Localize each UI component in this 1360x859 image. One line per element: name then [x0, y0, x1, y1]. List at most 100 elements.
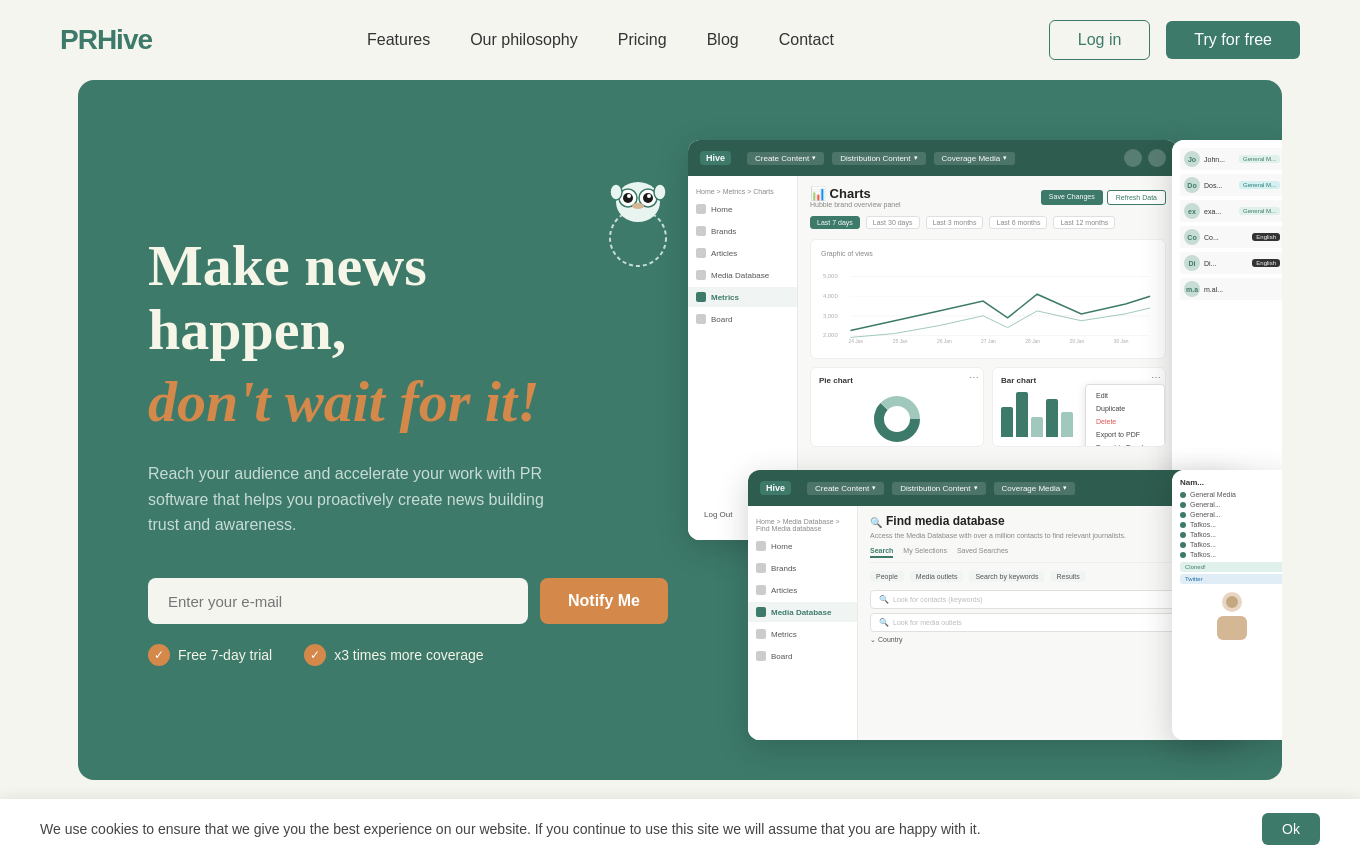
rp-dot-2: [1180, 502, 1186, 508]
filter-results[interactable]: Results: [1050, 571, 1085, 582]
nav-actions: Log in Try for free: [1049, 20, 1300, 60]
rp-text-5: Tafkos...: [1190, 531, 1216, 538]
sidebar-item-board-2[interactable]: Board: [748, 646, 857, 666]
metrics-icon: [696, 292, 706, 302]
ctx-export-pdf[interactable]: Export to PDF: [1086, 428, 1164, 441]
svg-point-7: [647, 194, 651, 198]
notify-button[interactable]: Notify Me: [540, 578, 668, 624]
svg-text:24 Jan: 24 Jan: [849, 339, 864, 344]
chrome-nav-dist-2: Distribution Content ▾: [892, 482, 985, 495]
svg-point-8: [632, 203, 644, 209]
ctx-duplicate[interactable]: Duplicate: [1086, 402, 1164, 415]
app-logo-1: Hive: [700, 151, 731, 165]
app-inner-2: Home > Media Database > Find Media datab…: [748, 506, 1238, 740]
filter-outlets[interactable]: Media outlets: [910, 571, 964, 582]
nav-item-features[interactable]: Features: [367, 31, 430, 49]
badges-row: ✓ Free 7-day trial ✓ x3 times more cover…: [148, 644, 668, 666]
sidebar-item-home-2[interactable]: Home: [748, 536, 857, 556]
fmd-tab-selections[interactable]: My Selections: [903, 547, 947, 558]
brand-logo: PRHive: [60, 24, 152, 56]
refresh-data-btn[interactable]: Refresh Data: [1107, 190, 1166, 205]
hero-title-line1: Make news happen,: [148, 234, 668, 362]
save-changes-btn[interactable]: Save Changes: [1041, 190, 1103, 205]
tab-7days[interactable]: Last 7 days: [810, 216, 860, 229]
tab-6months[interactable]: Last 6 months: [989, 216, 1047, 229]
try-button[interactable]: Try for free: [1166, 21, 1300, 59]
rp-badge-row: Cloned! Twitter: [1180, 562, 1282, 584]
filter-keywords[interactable]: Search by keywords: [969, 571, 1044, 582]
home-icon-2: [756, 541, 766, 551]
hero-title-italic: don't wait for it!: [148, 370, 668, 434]
nav-item-contact[interactable]: Contact: [779, 31, 834, 49]
panel-badge-1: General M...: [1239, 155, 1280, 163]
avatar-3: ex: [1184, 203, 1200, 219]
check-icon-2: ✓: [304, 644, 326, 666]
line-chart: 5,000 4,000 3,000 2,000: [821, 261, 1155, 351]
charts-title: 📊 Charts Hubble brand overview panel: [810, 186, 901, 208]
nav-item-blog[interactable]: Blog: [707, 31, 739, 49]
fmd-tab-search[interactable]: Search: [870, 547, 893, 558]
bottom-mini-cards: Pie chart ⋯: [810, 367, 1166, 447]
app-chrome-1: Hive Create Content ▾ Distribution Conte…: [688, 140, 1178, 176]
sidebar-item-brands-1[interactable]: Brands: [688, 221, 797, 241]
filter-people[interactable]: People: [870, 571, 904, 582]
chrome-nav-distribution: Distribution Content ▾: [832, 152, 925, 165]
email-input[interactable]: [148, 578, 528, 624]
media-db-icon-2: [756, 607, 766, 617]
app-chrome-2: Hive Create Content ▾ Distribution Conte…: [748, 470, 1238, 506]
ctx-edit[interactable]: Edit: [1086, 389, 1164, 402]
sidebar-item-media-2[interactable]: Media Database: [748, 602, 857, 622]
pie-chart-card: Pie chart ⋯: [810, 367, 984, 447]
svg-rect-30: [1217, 616, 1247, 640]
nav-item-philosophy[interactable]: Our philosophy: [470, 31, 578, 49]
rp-item-2: General...: [1180, 501, 1282, 508]
user-icon: [1148, 149, 1166, 167]
svg-text:2,000: 2,000: [823, 332, 838, 338]
badge-trial-label: Free 7-day trial: [178, 647, 272, 663]
svg-point-9: [610, 184, 622, 200]
svg-point-31: [1226, 596, 1238, 608]
panel-row-6: m.a m.al...: [1180, 278, 1282, 300]
charts-header: 📊 Charts Hubble brand overview panel Sav…: [810, 186, 1166, 208]
tab-3months[interactable]: Last 3 months: [926, 216, 984, 229]
avatar-6: m.a: [1184, 281, 1200, 297]
nav-item-pricing[interactable]: Pricing: [618, 31, 667, 49]
cookie-ok-button[interactable]: Ok: [1262, 813, 1320, 845]
rp-dot-4: [1180, 522, 1186, 528]
sidebar-breadcrumb-2: Home > Media Database > Find Media datab…: [748, 514, 857, 534]
svg-text:30 Jan: 30 Jan: [1114, 339, 1129, 344]
rp-text-2: General...: [1190, 501, 1221, 508]
app-logo-2: Hive: [760, 481, 791, 495]
bar-chart-menu[interactable]: ⋯: [1151, 372, 1161, 383]
sidebar-item-metrics-1[interactable]: Metrics: [688, 287, 797, 307]
panel-row-3: ex exa... General M...: [1180, 200, 1282, 222]
rp-text-1: General Media: [1190, 491, 1236, 498]
sidebar-item-home-1[interactable]: Home: [688, 199, 797, 219]
badge-coverage-label: x3 times more coverage: [334, 647, 483, 663]
pie-chart-menu[interactable]: ⋯: [969, 372, 979, 383]
tab-30days[interactable]: Last 30 days: [866, 216, 920, 229]
rp-dot-1: [1180, 492, 1186, 498]
rp-item-5: Tafkos...: [1180, 531, 1282, 538]
sidebar-item-articles-2[interactable]: Articles: [748, 580, 857, 600]
ctx-export-excel[interactable]: Export to Excel: [1086, 441, 1164, 447]
tab-12months[interactable]: Last 12 months: [1053, 216, 1115, 229]
login-button[interactable]: Log in: [1049, 20, 1151, 60]
sidebar-item-articles-1[interactable]: Articles: [688, 243, 797, 263]
svg-text:25 Jan: 25 Jan: [893, 339, 908, 344]
cookie-text: We use cookies to ensure that we give yo…: [40, 821, 981, 837]
panel-badge-5: English: [1252, 259, 1280, 267]
sidebar-breadcrumb-1: Home > Metrics > Charts: [688, 184, 797, 197]
panel-badge-3: General M...: [1239, 207, 1280, 215]
ctx-delete[interactable]: Delete: [1086, 415, 1164, 428]
nav-links: Features Our philosophy Pricing Blog Con…: [367, 31, 834, 49]
sidebar-item-metrics-2[interactable]: Metrics: [748, 624, 857, 644]
sidebar-item-brands-2[interactable]: Brands: [748, 558, 857, 578]
chrome-icons-1: [1124, 149, 1166, 167]
sidebar-item-media-1[interactable]: Media Database: [688, 265, 797, 285]
fmd-tab-saved[interactable]: Saved Searches: [957, 547, 1008, 558]
chart-label: Graphic of views: [821, 250, 1155, 257]
home-icon: [696, 204, 706, 214]
avatar-4: Co: [1184, 229, 1200, 245]
sidebar-item-board-1[interactable]: Board: [688, 309, 797, 329]
